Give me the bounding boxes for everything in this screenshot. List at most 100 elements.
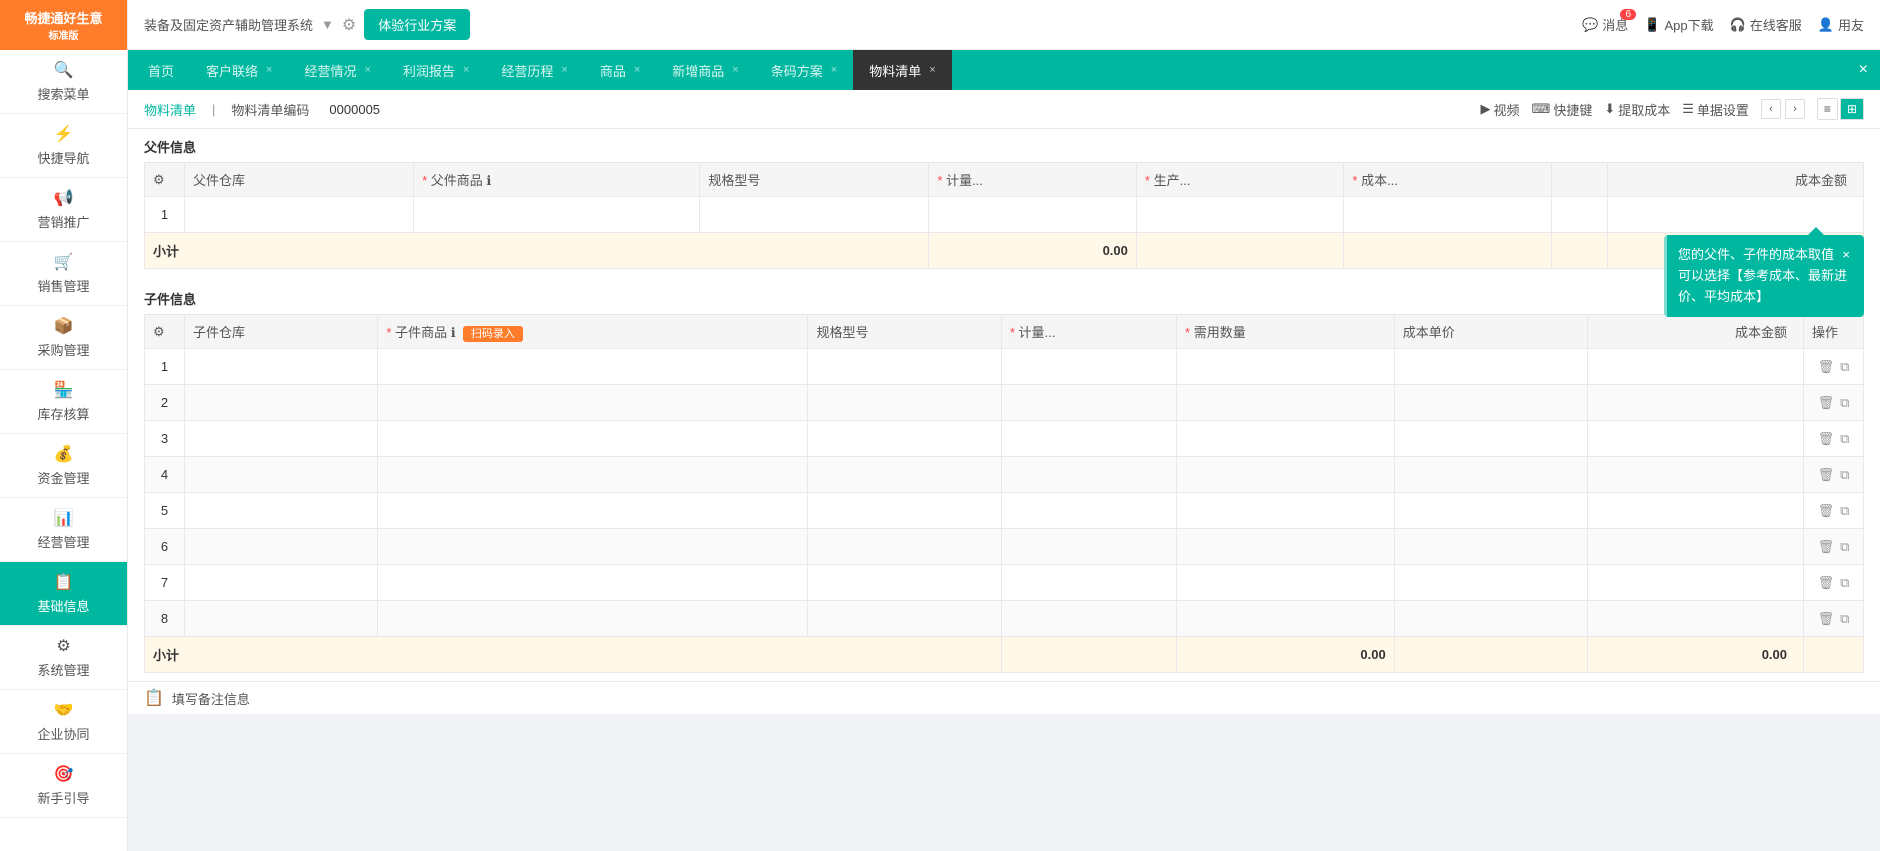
child-goods-cell[interactable]	[378, 565, 808, 601]
child-unit-cell[interactable]	[1001, 565, 1176, 601]
prev-arrow[interactable]: ‹	[1761, 99, 1781, 119]
view-action[interactable]: ▶ 视频	[1481, 100, 1520, 119]
copy-icon[interactable]: ⧉	[1840, 467, 1849, 483]
child-spec-cell[interactable]	[808, 601, 1001, 637]
tab-close-icon[interactable]: ×	[732, 64, 738, 76]
sidebar-item-marketing[interactable]: 📢 营销推广	[0, 178, 127, 242]
online-service-button[interactable]: 🎧 在线客服	[1730, 15, 1802, 34]
parent-warehouse-cell[interactable]	[185, 197, 414, 233]
app-download-button[interactable]: 📱 App下载	[1644, 15, 1713, 34]
tab-close-icon[interactable]: ×	[463, 64, 469, 76]
child-goods-cell[interactable]	[378, 349, 808, 385]
parent-unit-cell[interactable]	[929, 197, 1137, 233]
child-unit-cell[interactable]	[1001, 385, 1176, 421]
child-unit-cost-cell[interactable]	[1394, 493, 1587, 529]
th-settings[interactable]: ⚙	[145, 163, 185, 197]
tab-operations[interactable]: 经营情况 ×	[288, 50, 386, 90]
child-warehouse-cell[interactable]	[185, 601, 378, 637]
copy-icon[interactable]: ⧉	[1840, 395, 1849, 411]
settings-icon[interactable]: ⚙	[342, 15, 356, 35]
copy-icon[interactable]: ⧉	[1840, 503, 1849, 519]
copy-icon[interactable]: ⧉	[1840, 611, 1849, 627]
copy-icon[interactable]: ⧉	[1840, 539, 1849, 555]
tab-close-icon[interactable]: ×	[266, 64, 272, 76]
tab-history[interactable]: 经营历程 ×	[485, 50, 583, 90]
next-arrow[interactable]: ›	[1785, 99, 1805, 119]
sidebar-item-finance[interactable]: 💰 资金管理	[0, 434, 127, 498]
tab-close-icon[interactable]: ×	[634, 64, 640, 76]
child-unit-cost-cell[interactable]	[1394, 601, 1587, 637]
delete-icon[interactable]: 🗑	[1818, 575, 1835, 591]
child-unit-cell[interactable]	[1001, 493, 1176, 529]
parent-spec-cell[interactable]	[700, 197, 929, 233]
sidebar-item-guide[interactable]: 🎯 新手引导	[0, 754, 127, 818]
parent-goods-cell[interactable]	[414, 197, 700, 233]
child-warehouse-cell[interactable]	[185, 349, 378, 385]
breadcrumb-title[interactable]: 物料清单	[144, 100, 196, 119]
tab-close-icon[interactable]: ×	[929, 64, 935, 76]
tab-close-icon[interactable]: ×	[561, 64, 567, 76]
single-settings-action[interactable]: ☰ 单据设置	[1682, 100, 1749, 119]
tab-goods[interactable]: 商品 ×	[584, 50, 656, 90]
parent-cost-cell[interactable]	[1344, 197, 1552, 233]
child-goods-cell[interactable]	[378, 529, 808, 565]
scan-button[interactable]: 扫码录入	[463, 326, 523, 342]
child-warehouse-cell[interactable]	[185, 385, 378, 421]
user-button[interactable]: 👤 用友	[1818, 15, 1864, 34]
child-qty-cell[interactable]	[1177, 421, 1395, 457]
child-unit-cell[interactable]	[1001, 529, 1176, 565]
tooltip-close-button[interactable]: ×	[1842, 245, 1850, 266]
tab-home[interactable]: 首页	[132, 50, 190, 90]
sidebar-item-collab[interactable]: 🤝 企业协同	[0, 690, 127, 754]
child-spec-cell[interactable]	[808, 421, 1001, 457]
tab-bom[interactable]: 物料清单 ×	[853, 50, 951, 90]
child-warehouse-cell[interactable]	[185, 421, 378, 457]
child-warehouse-cell[interactable]	[185, 565, 378, 601]
child-unit-cost-cell[interactable]	[1394, 529, 1587, 565]
delete-icon[interactable]: 🗑	[1818, 467, 1835, 483]
close-all-tabs-button[interactable]: ×	[1851, 61, 1876, 79]
child-warehouse-cell[interactable]	[185, 529, 378, 565]
list-view-button[interactable]: ≡	[1817, 98, 1838, 120]
child-warehouse-cell[interactable]	[185, 457, 378, 493]
child-warehouse-cell[interactable]	[185, 493, 378, 529]
child-unit-cost-cell[interactable]	[1394, 457, 1587, 493]
child-goods-cell[interactable]	[378, 601, 808, 637]
child-unit-cell[interactable]	[1001, 349, 1176, 385]
sidebar-item-search[interactable]: 🔍 搜索菜单	[0, 50, 127, 114]
delete-icon[interactable]: 🗑	[1818, 395, 1835, 411]
child-goods-cell[interactable]	[378, 493, 808, 529]
child-unit-cost-cell[interactable]	[1394, 385, 1587, 421]
child-unit-cell[interactable]	[1001, 421, 1176, 457]
sidebar-item-basic-info[interactable]: 📋 基础信息	[0, 562, 127, 626]
delete-icon[interactable]: 🗑	[1818, 431, 1835, 447]
child-qty-cell[interactable]	[1177, 493, 1395, 529]
child-spec-cell[interactable]	[808, 385, 1001, 421]
th-child-settings[interactable]: ⚙	[145, 315, 185, 349]
sidebar-item-quicknav[interactable]: ⚡ 快捷导航	[0, 114, 127, 178]
tab-customer[interactable]: 客户联络 ×	[190, 50, 288, 90]
sidebar-item-operations[interactable]: 📊 经营管理	[0, 498, 127, 562]
child-spec-cell[interactable]	[808, 493, 1001, 529]
delete-icon[interactable]: 🗑	[1818, 503, 1835, 519]
child-qty-cell[interactable]	[1177, 385, 1395, 421]
copy-icon[interactable]: ⧉	[1840, 359, 1849, 375]
child-spec-cell[interactable]	[808, 349, 1001, 385]
child-goods-cell[interactable]	[378, 421, 808, 457]
delete-icon[interactable]: 🗑	[1818, 359, 1835, 375]
delete-icon[interactable]: 🗑	[1818, 539, 1835, 555]
parent-produce-cell[interactable]	[1136, 197, 1344, 233]
sidebar-item-purchase[interactable]: 📦 采购管理	[0, 306, 127, 370]
message-button[interactable]: 💬 消息 6	[1582, 15, 1628, 34]
sidebar-item-inventory[interactable]: 🏪 库存核算	[0, 370, 127, 434]
child-qty-cell[interactable]	[1177, 565, 1395, 601]
child-qty-cell[interactable]	[1177, 349, 1395, 385]
child-qty-cell[interactable]	[1177, 601, 1395, 637]
sidebar-item-sales[interactable]: 🛒 销售管理	[0, 242, 127, 306]
tab-close-icon[interactable]: ×	[831, 64, 837, 76]
child-goods-cell[interactable]	[378, 457, 808, 493]
tab-close-icon[interactable]: ×	[364, 64, 370, 76]
extract-cost-action[interactable]: ⬇ 提取成本	[1604, 100, 1670, 119]
sidebar-item-system[interactable]: ⚙ 系统管理	[0, 626, 127, 690]
child-qty-cell[interactable]	[1177, 457, 1395, 493]
